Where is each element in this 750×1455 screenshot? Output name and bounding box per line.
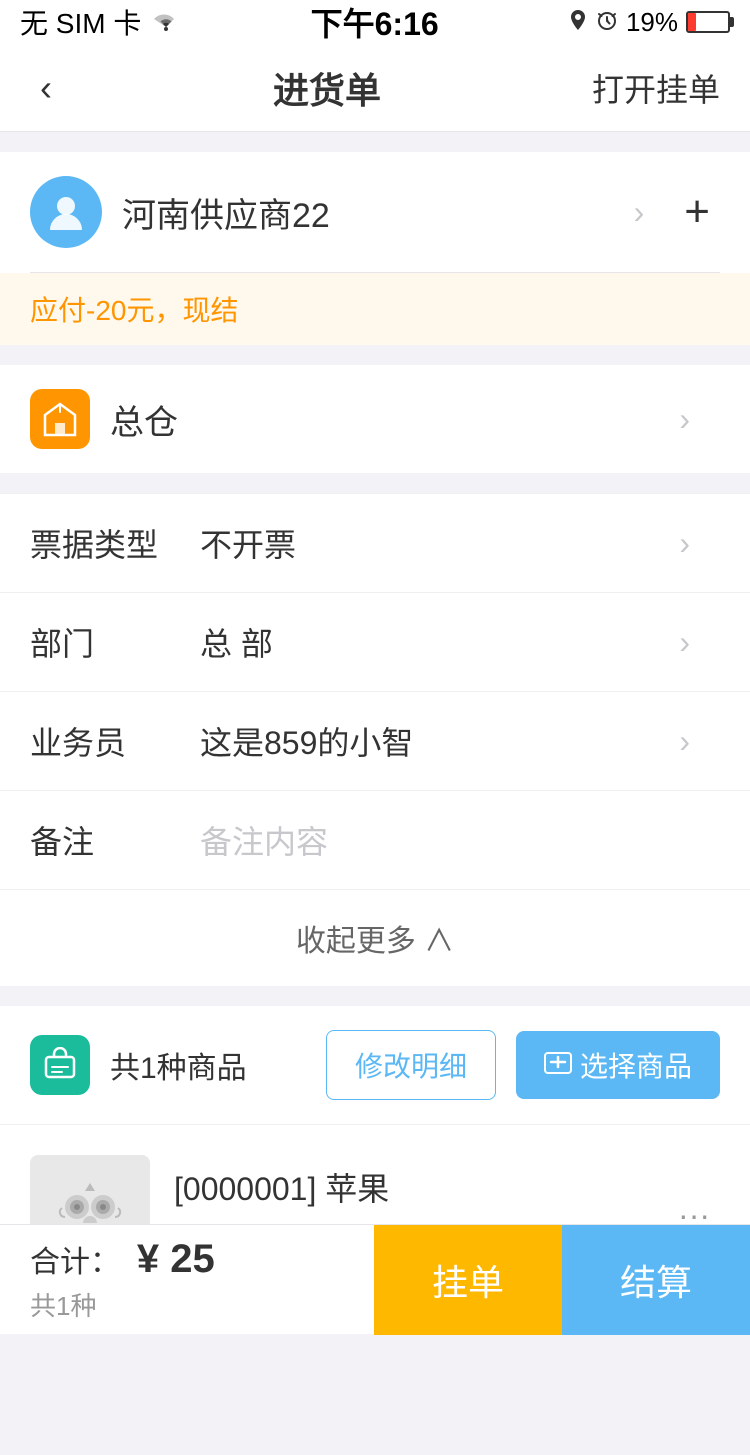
section-gap-1 bbox=[0, 132, 750, 152]
status-time: 下午6:16 bbox=[311, 0, 439, 45]
battery-icon bbox=[686, 11, 730, 33]
department-value: 总 部 bbox=[200, 619, 679, 665]
nav-bar: ‹ 进货单 打开挂单 bbox=[0, 44, 750, 132]
total-count: 共1种 bbox=[30, 1286, 344, 1323]
supplier-name: 河南供应商22 bbox=[122, 188, 634, 237]
footer-total: 合计： ¥ 25 共1种 bbox=[0, 1237, 374, 1323]
invoice-chevron-icon: › bbox=[679, 525, 690, 562]
department-label: 部门 bbox=[30, 619, 190, 665]
section-gap-4 bbox=[0, 986, 750, 1006]
wifi-icon bbox=[151, 6, 181, 38]
status-bar: 无 SIM 卡 下午6:16 19% bbox=[0, 0, 750, 44]
notice-bar: 应付-20元，现结 bbox=[0, 273, 750, 345]
product-count: 共1种商品 bbox=[110, 1043, 306, 1087]
salesperson-row[interactable]: 业务员 这是859的小智 › bbox=[0, 691, 750, 790]
footer-total-row: 合计： ¥ 25 bbox=[30, 1237, 344, 1282]
edit-detail-button[interactable]: 修改明细 bbox=[326, 1030, 496, 1100]
carrier-label: 无 SIM 卡 bbox=[20, 2, 141, 42]
status-left: 无 SIM 卡 bbox=[20, 2, 181, 42]
supplier-card: 河南供应商22 › + 应付-20元，现结 bbox=[0, 152, 750, 345]
total-amount: ¥ 25 bbox=[137, 1237, 215, 1281]
invoice-type-row[interactable]: 票据类型 不开票 › bbox=[0, 493, 750, 592]
form-card: 票据类型 不开票 › 部门 总 部 › 业务员 这是859的小智 › 备注 备注… bbox=[0, 493, 750, 986]
select-product-label: 选择商品 bbox=[580, 1045, 692, 1085]
warehouse-name: 总仓 bbox=[110, 395, 679, 444]
remark-row[interactable]: 备注 备注内容 bbox=[0, 790, 750, 889]
page-title: 进货单 bbox=[273, 62, 381, 114]
status-right: 19% bbox=[568, 7, 730, 38]
footer: 合计： ¥ 25 共1种 挂单 结算 bbox=[0, 1224, 750, 1334]
product-name: [0000001] 苹果 bbox=[174, 1164, 644, 1210]
remark-label: 备注 bbox=[30, 817, 190, 863]
location-icon bbox=[568, 7, 588, 38]
select-product-button[interactable]: 选择商品 bbox=[516, 1031, 720, 1099]
section-gap-2 bbox=[0, 345, 750, 365]
salesperson-chevron-icon: › bbox=[679, 723, 690, 760]
warehouse-card: 总仓 › bbox=[0, 365, 750, 473]
total-label: 合计： bbox=[30, 1246, 120, 1279]
salesperson-label: 业务员 bbox=[30, 718, 190, 764]
product-header: 共1种商品 修改明细 选择商品 bbox=[0, 1006, 750, 1124]
add-supplier-button[interactable]: + bbox=[674, 187, 720, 237]
open-hang-button[interactable]: 打开挂单 bbox=[592, 65, 720, 111]
warehouse-chevron-icon: › bbox=[679, 401, 690, 438]
checkout-button[interactable]: 结算 bbox=[562, 1225, 750, 1335]
supplier-row[interactable]: 河南供应商22 › + bbox=[0, 152, 750, 272]
hang-button[interactable]: 挂单 bbox=[374, 1225, 562, 1335]
supplier-chevron-icon: › bbox=[634, 194, 645, 231]
invoice-type-label: 票据类型 bbox=[30, 520, 190, 566]
remark-placeholder: 备注内容 bbox=[200, 817, 720, 863]
collapse-bar[interactable]: 收起更多 ∧ bbox=[0, 889, 750, 986]
department-row[interactable]: 部门 总 部 › bbox=[0, 592, 750, 691]
salesperson-value: 这是859的小智 bbox=[200, 718, 679, 764]
warehouse-icon bbox=[30, 389, 90, 449]
warehouse-row[interactable]: 总仓 › bbox=[0, 365, 750, 473]
alarm-icon bbox=[596, 7, 618, 38]
battery-label: 19% bbox=[626, 7, 678, 38]
section-gap-3 bbox=[0, 473, 750, 493]
product-code: [0000001] bbox=[174, 1171, 325, 1207]
product-icon bbox=[30, 1035, 90, 1095]
department-chevron-icon: › bbox=[679, 624, 690, 661]
product-title: 苹果 bbox=[325, 1171, 389, 1207]
supplier-avatar bbox=[30, 176, 102, 248]
invoice-type-value: 不开票 bbox=[200, 520, 679, 566]
notice-text: 应付-20元，现结 bbox=[30, 295, 238, 326]
back-button[interactable]: ‹ bbox=[30, 57, 62, 119]
